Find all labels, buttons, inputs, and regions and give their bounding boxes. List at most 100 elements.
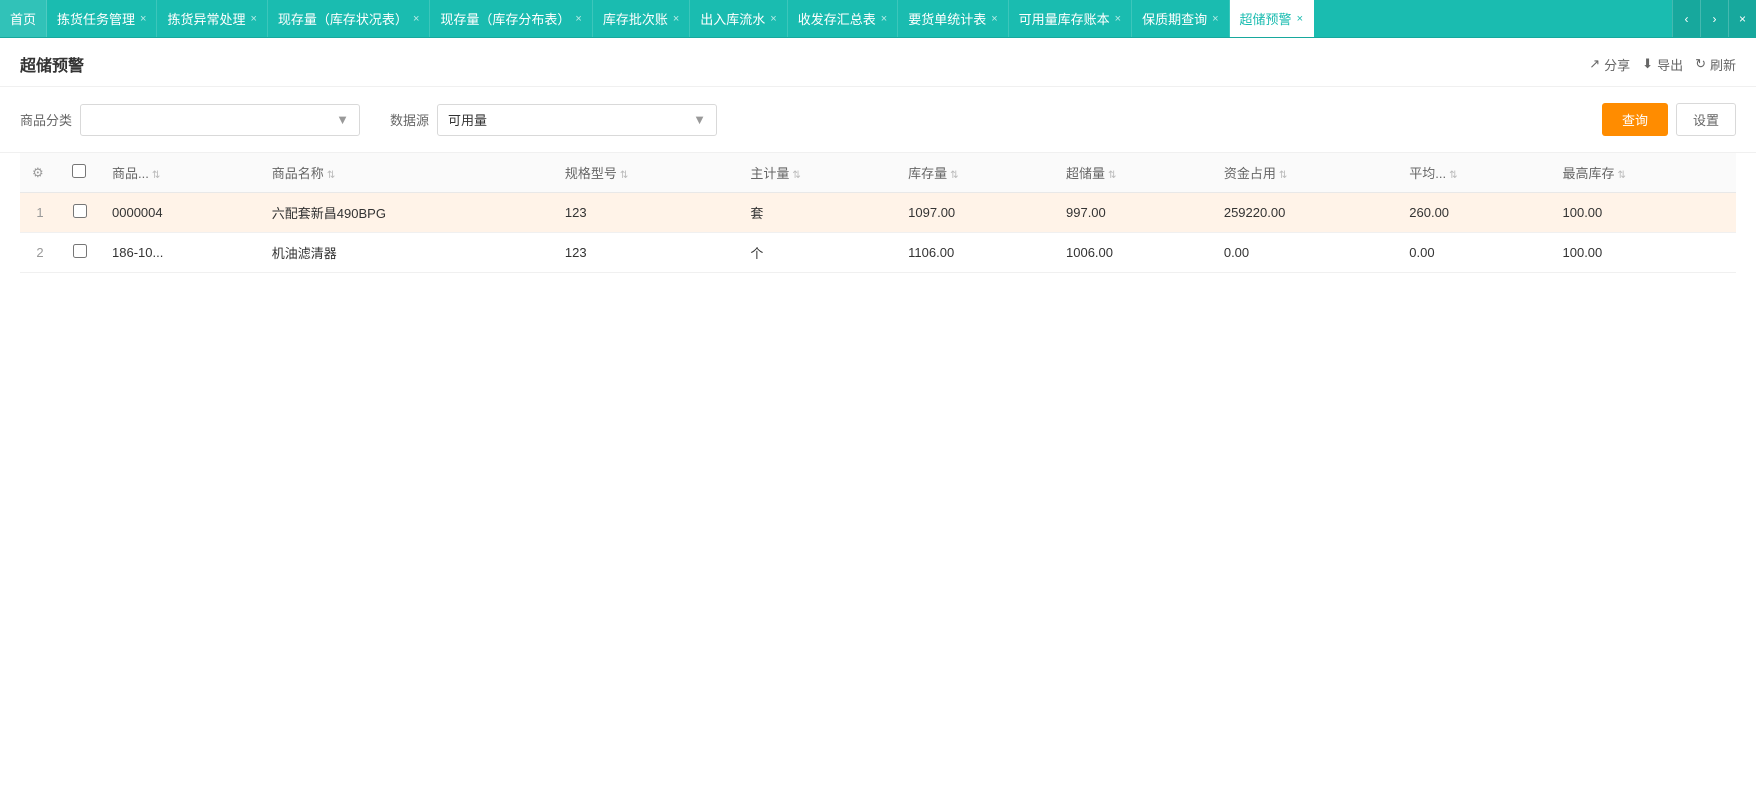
data-source-label: 数据源 bbox=[390, 110, 429, 129]
close-tab-8[interactable]: × bbox=[991, 13, 997, 25]
table-row: 1 0000004 六配套新昌490BPG 123 套 1097.00 997.… bbox=[20, 193, 1736, 233]
data-source-value: 可用量 bbox=[448, 110, 487, 129]
nav-arrow-close[interactable]: × bbox=[1728, 0, 1756, 38]
query-button[interactable]: 查询 bbox=[1602, 103, 1668, 136]
nav-receipt-summary[interactable]: 收发存汇总表 × bbox=[788, 0, 898, 38]
page-header: 超储预警 ↗ 分享 ⬇ 导出 ↻ 刷新 bbox=[0, 38, 1756, 87]
nav-current-stock-dist[interactable]: 现存量（库存分布表） × bbox=[430, 0, 592, 38]
table-header: ⚙ 商品...⇅ 商品名称⇅ 规格型号⇅ 主计量⇅ bbox=[20, 153, 1736, 193]
product-category-filter: 商品分类 ▼ bbox=[20, 104, 360, 136]
col-unit[interactable]: 主计量⇅ bbox=[738, 153, 896, 193]
row-product-name: 六配套新昌490BPG bbox=[260, 193, 553, 233]
nav-available-stock[interactable]: 可用量库存账本 × bbox=[1009, 0, 1132, 38]
nav-in-out-flow[interactable]: 出入库流水 × bbox=[690, 0, 787, 38]
close-tab-5[interactable]: × bbox=[673, 13, 679, 25]
nav-current-stock-status[interactable]: 现存量（库存状况表） × bbox=[268, 0, 430, 38]
col-product-name[interactable]: 商品名称⇅ bbox=[260, 153, 553, 193]
row-checkbox-cell bbox=[60, 233, 100, 273]
sort-capital-icon: ⇅ bbox=[1279, 170, 1287, 181]
close-tab-6[interactable]: × bbox=[770, 13, 776, 25]
top-navigation: 首页 拣货任务管理 × 拣货异常处理 × 现存量（库存状况表） × 现存量（库存… bbox=[0, 0, 1756, 38]
row-unit: 个 bbox=[738, 233, 896, 273]
nav-task-management[interactable]: 拣货任务管理 × bbox=[47, 0, 157, 38]
filter-area: 商品分类 ▼ 数据源 可用量 ▼ 查询 设置 bbox=[0, 87, 1756, 153]
row-capital: 0.00 bbox=[1212, 233, 1397, 273]
row-checkbox-1[interactable] bbox=[73, 244, 87, 258]
row-spec: 123 bbox=[553, 233, 738, 273]
col-capital[interactable]: 资金占用⇅ bbox=[1212, 153, 1397, 193]
refresh-button[interactable]: ↻ 刷新 bbox=[1695, 55, 1736, 74]
row-spec: 123 bbox=[553, 193, 738, 233]
nav-arrow-right[interactable]: › bbox=[1700, 0, 1728, 38]
export-icon: ⬇ bbox=[1642, 56, 1653, 72]
row-product-code: 186-10... bbox=[100, 233, 260, 273]
row-max-stock: 100.00 bbox=[1551, 233, 1737, 273]
row-avg: 0.00 bbox=[1397, 233, 1550, 273]
nav-arrow-left[interactable]: ‹ bbox=[1672, 0, 1700, 38]
refresh-icon: ↻ bbox=[1695, 56, 1706, 72]
col-gear: ⚙ bbox=[20, 153, 60, 193]
row-avg: 260.00 bbox=[1397, 193, 1550, 233]
close-tab-11[interactable]: × bbox=[1297, 13, 1303, 25]
col-stock[interactable]: 库存量⇅ bbox=[896, 153, 1054, 193]
share-icon: ↗ bbox=[1589, 56, 1600, 72]
nav-order-stats[interactable]: 要货单统计表 × bbox=[898, 0, 1008, 38]
nav-exception-handling[interactable]: 拣货异常处理 × bbox=[157, 0, 267, 38]
share-button[interactable]: ↗ 分享 bbox=[1589, 55, 1630, 74]
nav-home[interactable]: 首页 bbox=[0, 0, 47, 38]
row-overstock: 997.00 bbox=[1054, 193, 1212, 233]
col-overstock[interactable]: 超储量⇅ bbox=[1054, 153, 1212, 193]
page-title: 超储预警 bbox=[20, 52, 84, 76]
close-tab-1[interactable]: × bbox=[140, 13, 146, 25]
row-checkbox-0[interactable] bbox=[73, 204, 87, 218]
close-tab-7[interactable]: × bbox=[881, 13, 887, 25]
row-number: 2 bbox=[20, 233, 60, 273]
row-unit: 套 bbox=[738, 193, 896, 233]
sort-spec-icon: ⇅ bbox=[620, 170, 628, 181]
sort-overstock-icon: ⇅ bbox=[1108, 170, 1116, 181]
sort-product-code-icon: ⇅ bbox=[152, 170, 160, 181]
close-tab-4[interactable]: × bbox=[575, 13, 581, 25]
close-tab-10[interactable]: × bbox=[1212, 13, 1218, 25]
select-all-checkbox[interactable] bbox=[72, 164, 86, 178]
col-product-code[interactable]: 商品...⇅ bbox=[100, 153, 260, 193]
data-table: ⚙ 商品...⇅ 商品名称⇅ 规格型号⇅ 主计量⇅ bbox=[20, 153, 1736, 273]
col-checkbox bbox=[60, 153, 100, 193]
close-tab-3[interactable]: × bbox=[413, 13, 419, 25]
row-number: 1 bbox=[20, 193, 60, 233]
row-overstock: 1006.00 bbox=[1054, 233, 1212, 273]
col-spec[interactable]: 规格型号⇅ bbox=[553, 153, 738, 193]
export-button[interactable]: ⬇ 导出 bbox=[1642, 55, 1683, 74]
row-checkbox-cell bbox=[60, 193, 100, 233]
col-max-stock[interactable]: 最高库存⇅ bbox=[1551, 153, 1737, 193]
sort-max-stock-icon: ⇅ bbox=[1618, 170, 1626, 181]
row-max-stock: 100.00 bbox=[1551, 193, 1737, 233]
product-category-label: 商品分类 bbox=[20, 110, 72, 129]
settings-button[interactable]: 设置 bbox=[1676, 103, 1736, 136]
table-container: ⚙ 商品...⇅ 商品名称⇅ 规格型号⇅ 主计量⇅ bbox=[0, 153, 1756, 273]
data-source-select[interactable]: 可用量 ▼ bbox=[437, 104, 717, 136]
sort-unit-icon: ⇅ bbox=[792, 170, 800, 181]
settings-icon[interactable]: ⚙ bbox=[32, 165, 44, 180]
row-product-name: 机油滤清器 bbox=[260, 233, 553, 273]
data-source-filter: 数据源 可用量 ▼ bbox=[390, 104, 717, 136]
table-row: 2 186-10... 机油滤清器 123 个 1106.00 1006.00 … bbox=[20, 233, 1736, 273]
col-avg[interactable]: 平均...⇅ bbox=[1397, 153, 1550, 193]
row-capital: 259220.00 bbox=[1212, 193, 1397, 233]
nav-overstock-warning[interactable]: 超储预警 × bbox=[1230, 0, 1314, 38]
sort-product-name-icon: ⇅ bbox=[327, 170, 335, 181]
product-category-select[interactable]: ▼ bbox=[80, 104, 360, 136]
sort-avg-icon: ⇅ bbox=[1449, 170, 1457, 181]
row-product-code: 0000004 bbox=[100, 193, 260, 233]
table-body: 1 0000004 六配套新昌490BPG 123 套 1097.00 997.… bbox=[20, 193, 1736, 273]
filter-actions: 查询 设置 bbox=[1602, 103, 1736, 136]
row-stock: 1106.00 bbox=[896, 233, 1054, 273]
nav-expiry-query[interactable]: 保质期查询 × bbox=[1132, 0, 1229, 38]
page-actions: ↗ 分享 ⬇ 导出 ↻ 刷新 bbox=[1589, 55, 1736, 74]
close-tab-9[interactable]: × bbox=[1115, 13, 1121, 25]
nav-batch-account[interactable]: 库存批次账 × bbox=[593, 0, 690, 38]
nav-arrows: ‹ › × bbox=[1672, 0, 1756, 38]
sort-stock-icon: ⇅ bbox=[950, 170, 958, 181]
close-tab-2[interactable]: × bbox=[250, 13, 256, 25]
row-stock: 1097.00 bbox=[896, 193, 1054, 233]
